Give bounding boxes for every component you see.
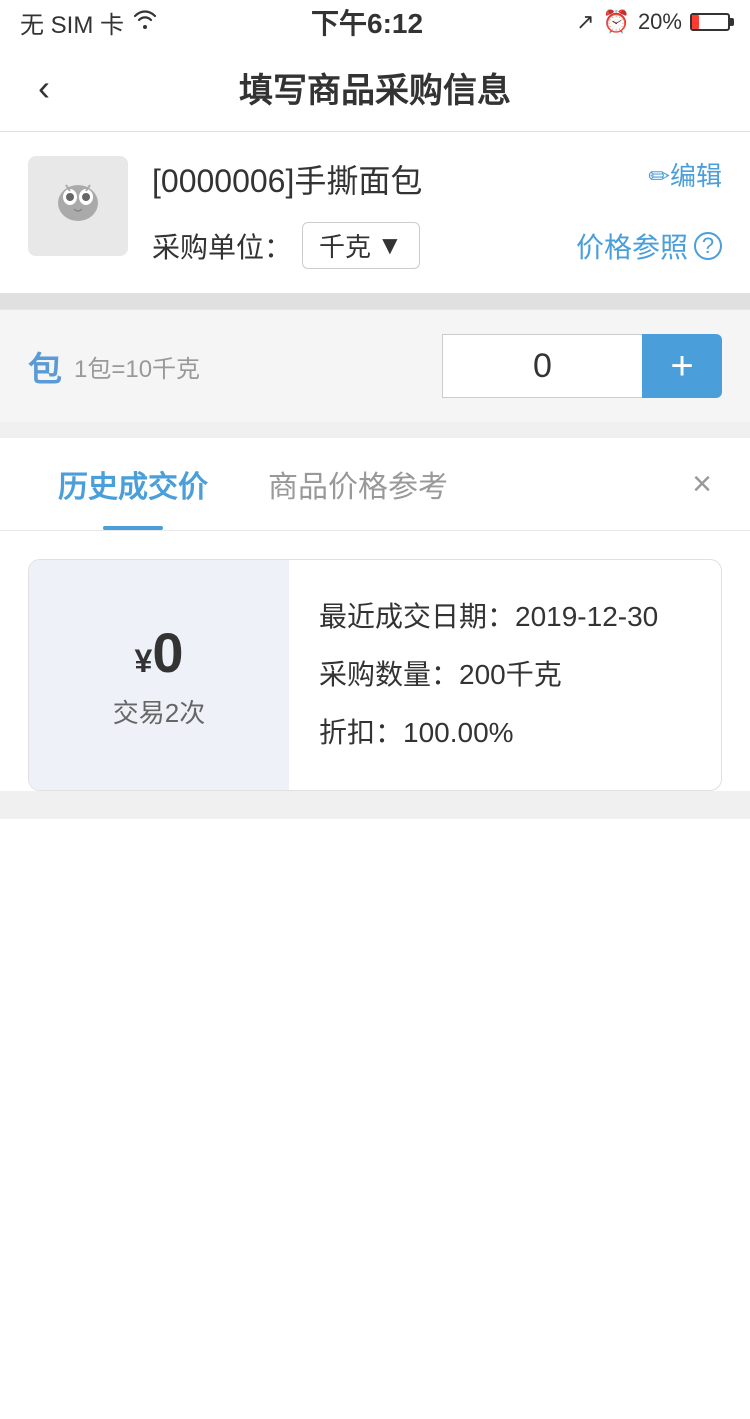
product-card: [0000006]手撕面包 ✏编辑 采购单位： 千克 ▼ 价格参照 ? bbox=[0, 132, 750, 293]
nav-bar: ‹ 填写商品采购信息 bbox=[0, 44, 750, 132]
product-header: [0000006]手撕面包 ✏编辑 bbox=[152, 156, 722, 202]
deal-date-row: 最近成交日期：2019-12-30 bbox=[319, 596, 691, 638]
status-left: 无 SIM 卡 bbox=[20, 5, 158, 40]
deal-currency: ¥ bbox=[135, 643, 153, 679]
price-ref-help-icon: ? bbox=[694, 232, 722, 260]
location-icon: ↗ bbox=[576, 9, 594, 35]
tabs-header: 历史成交价 商品价格参考 × bbox=[0, 438, 750, 531]
wifi-icon bbox=[132, 8, 158, 36]
page-title: 填写商品采购信息 bbox=[239, 63, 511, 112]
back-button[interactable]: ‹ bbox=[28, 57, 60, 119]
battery-icon bbox=[690, 13, 730, 31]
deal-card: ¥0 交易2次 最近成交日期：2019-12-30 采购数量：200千克 折扣：… bbox=[28, 559, 722, 791]
tabs-section: 历史成交价 商品价格参考 × ¥0 交易2次 最近成交日期：2019-12-30… bbox=[0, 438, 750, 791]
bottom-area bbox=[0, 819, 750, 1419]
alarm-icon: ⏰ bbox=[603, 9, 630, 35]
deal-left: ¥0 交易2次 bbox=[29, 560, 289, 790]
edit-button[interactable]: ✏编辑 bbox=[648, 156, 722, 193]
price-ref-button[interactable]: 价格参照 ? bbox=[576, 226, 722, 266]
separator bbox=[0, 293, 750, 309]
unit-select-button[interactable]: 千克 ▼ bbox=[302, 222, 420, 269]
tab-close-button[interactable]: × bbox=[682, 455, 722, 514]
qty-value[interactable]: 0 bbox=[442, 334, 642, 398]
product-info: [0000006]手撕面包 ✏编辑 采购单位： 千克 ▼ 价格参照 ? bbox=[152, 156, 722, 269]
deal-count: 交易2次 bbox=[113, 693, 205, 730]
qty-plus-button[interactable]: + bbox=[642, 334, 722, 398]
product-logo-icon bbox=[48, 171, 108, 241]
product-image bbox=[28, 156, 128, 256]
deal-discount-row: 折扣：100.00% bbox=[319, 712, 691, 754]
tab-product-price-ref[interactable]: 商品价格参考 bbox=[238, 438, 478, 530]
qty-label: 包 1包=10千克 bbox=[28, 342, 200, 391]
qty-input-group: 0 + bbox=[442, 334, 722, 398]
qty-unit-sub: 1包=10千克 bbox=[74, 349, 200, 384]
battery-percent: 20% bbox=[638, 9, 682, 35]
unit-label: 采购单位： 千克 ▼ bbox=[152, 222, 420, 269]
status-right: ↗ ⏰ 20% bbox=[576, 9, 730, 35]
quantity-row: 包 1包=10千克 0 + bbox=[0, 309, 750, 422]
qty-unit-main: 包 bbox=[28, 342, 62, 391]
deal-right: 最近成交日期：2019-12-30 采购数量：200千克 折扣：100.00% bbox=[289, 560, 721, 790]
product-unit-row: 采购单位： 千克 ▼ 价格参照 ? bbox=[152, 222, 722, 269]
dropdown-icon: ▼ bbox=[377, 230, 403, 261]
deal-price: ¥0 bbox=[135, 620, 184, 685]
tabs-list: 历史成交价 商品价格参考 bbox=[28, 438, 478, 530]
product-name: [0000006]手撕面包 bbox=[152, 156, 422, 202]
status-bar: 无 SIM 卡 下午6:12 ↗ ⏰ 20% bbox=[0, 0, 750, 44]
tab-history-price[interactable]: 历史成交价 bbox=[28, 438, 238, 530]
carrier-label: 无 SIM 卡 bbox=[20, 5, 124, 40]
deal-qty-row: 采购数量：200千克 bbox=[319, 654, 691, 696]
status-time: 下午6:12 bbox=[311, 2, 423, 42]
